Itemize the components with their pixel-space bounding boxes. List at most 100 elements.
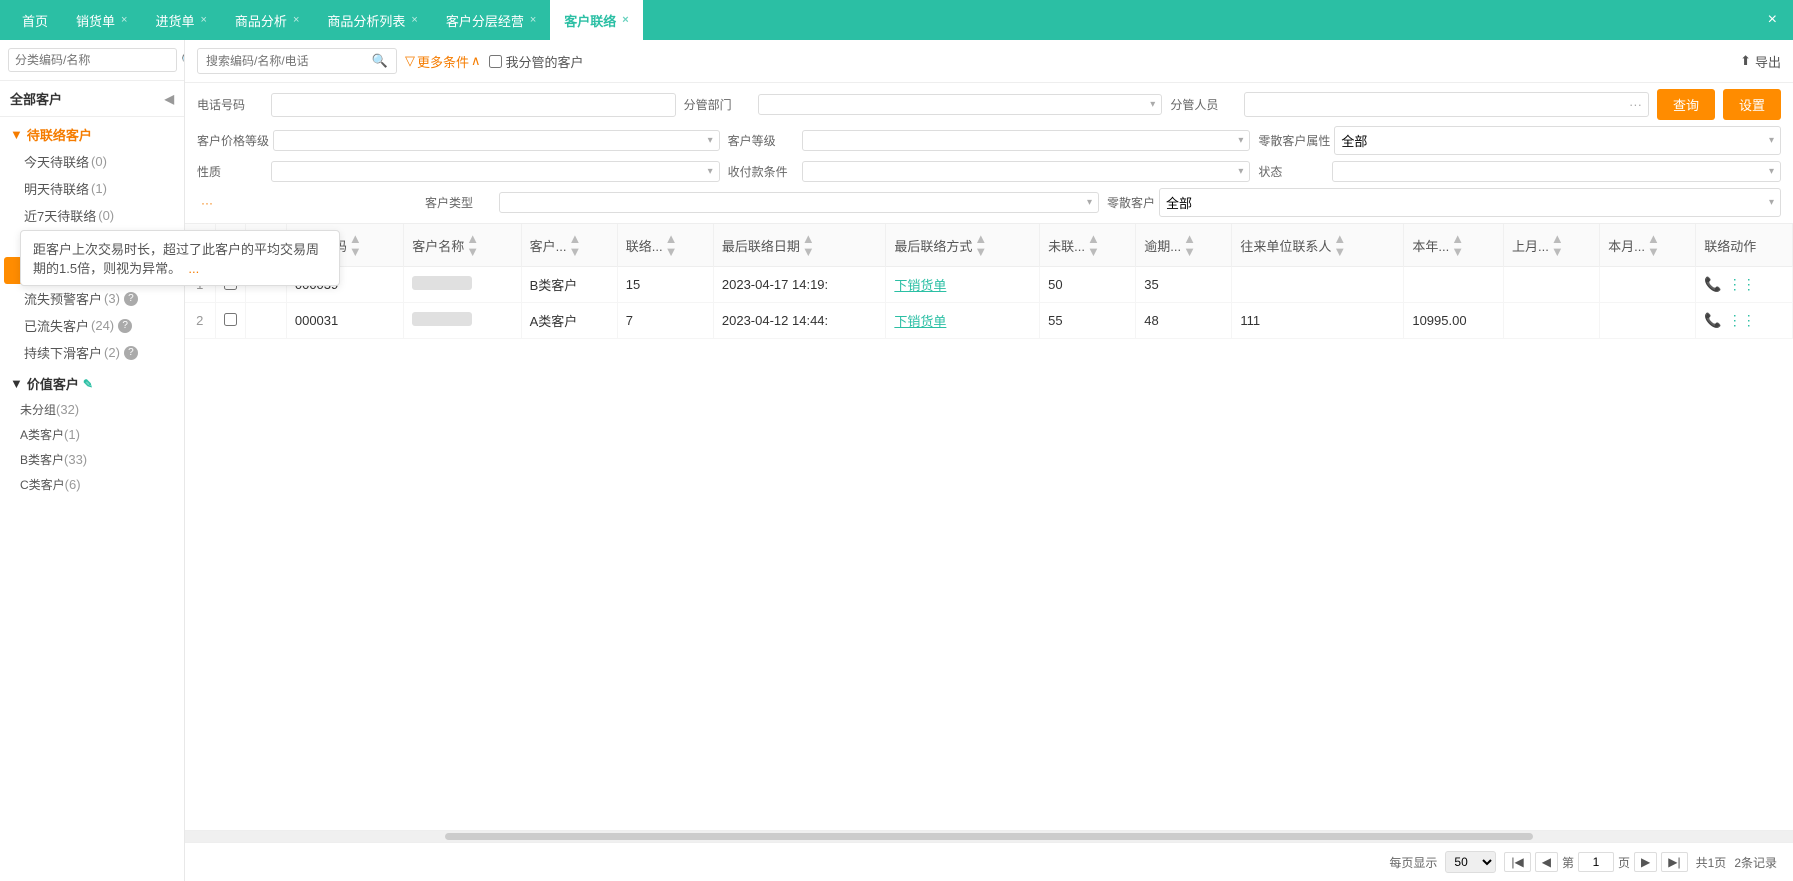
row-1-more-action[interactable]: ⋮⋮ — [1728, 276, 1756, 293]
sidebar-item-today[interactable]: 今天待联络(0) — [0, 148, 184, 175]
row-2-more-action[interactable]: ⋮⋮ — [1728, 312, 1756, 329]
sidebar-item-c-class[interactable]: C类客户(6) — [0, 472, 184, 497]
right-content: 🔍 ▽ 更多条件 ∧ 我分管的客户 ⬆ 导出 电话号码 — [185, 40, 1793, 881]
row-1-name-blurred — [412, 276, 472, 290]
sidebar-item-7days[interactable]: 近7天待联络(0) — [0, 202, 184, 229]
customer-type-caret: ▾ — [1087, 197, 1092, 208]
filter-zero-retail: 零散客户 全部 ▾ — [1107, 188, 1781, 217]
export-button[interactable]: ⬆ 导出 — [1740, 52, 1781, 71]
nav-close-customer-segment[interactable]: × — [530, 14, 536, 26]
price-grade-select[interactable]: ▾ — [273, 130, 720, 151]
more-conditions-btn[interactable]: ▽ 更多条件 ∧ — [405, 52, 481, 71]
nav-tab-product-analysis-list[interactable]: 商品分析列表 × — [313, 0, 431, 40]
zero-retail-select[interactable]: 全部 ▾ — [1159, 188, 1781, 217]
nav-tab-customer-segment[interactable]: 客户分层经营 × — [432, 0, 550, 40]
nav-close-product-analysis[interactable]: × — [293, 14, 299, 26]
row-2-last-method-link[interactable]: 下销货单 — [894, 314, 946, 329]
row-2-this-month — [1600, 303, 1696, 339]
col-header-name: 客户名称 ▲▼ — [404, 224, 521, 267]
zero-retail-caret: ▾ — [1769, 197, 1774, 208]
sidebar-collapse-btn[interactable]: ◀ — [165, 92, 174, 106]
horizontal-scrollbar[interactable] — [185, 830, 1793, 842]
row-2-last-date: 2023-04-12 14:44: — [713, 303, 885, 339]
query-button[interactable]: 查询 — [1657, 89, 1715, 120]
my-customers-checkbox-wrap[interactable]: 我分管的客户 — [489, 52, 584, 71]
sidebar-section-pending: ▼ 待联络客户 — [0, 121, 184, 148]
edit-value-btn[interactable]: ✎ — [83, 377, 93, 391]
info-icon4: ? — [124, 346, 138, 360]
sidebar-item-declining[interactable]: 持续下滑客户(2) ? — [0, 339, 184, 366]
row-1-overdue: 35 — [1136, 267, 1232, 303]
customer-type-select[interactable]: ▾ — [499, 192, 1099, 213]
row-1-uncontacted: 50 — [1040, 267, 1136, 303]
row-2-uncontacted: 55 — [1040, 303, 1136, 339]
col-header-contact-count: 联络... ▲▼ — [617, 224, 713, 267]
scrollbar-thumb[interactable] — [445, 833, 1533, 840]
sidebar-item-a-class[interactable]: A类客户(1) — [0, 422, 184, 447]
filter-more-expand-btn[interactable]: ··· — [197, 192, 217, 214]
nav-close-purchase[interactable]: × — [200, 14, 206, 26]
page-first-btn[interactable]: |◀ — [1504, 852, 1530, 872]
nav-close-customer-contact[interactable]: × — [622, 14, 628, 26]
row-2-checkbox[interactable] — [224, 313, 237, 326]
col-header-this-month: 本月... ▲▼ — [1600, 224, 1696, 267]
page-next-btn[interactable]: ▶ — [1634, 852, 1657, 872]
nav-close-product-analysis-list[interactable]: × — [411, 14, 417, 26]
row-1-last-method-link[interactable]: 下销货单 — [894, 278, 946, 293]
payment-select[interactable]: ▾ — [802, 161, 1251, 182]
close-all-tabs-button[interactable]: × — [1768, 11, 1777, 29]
customer-grade-label: 客户等级 — [728, 132, 798, 149]
row-2-phone-action[interactable]: 📞 — [1704, 312, 1721, 329]
filter-row-4: ··· 客户类型 ▾ 零散客户 全部 ▾ — [197, 188, 1781, 217]
filter-price-grade: 客户价格等级 ▾ — [197, 130, 720, 151]
sidebar-item-tomorrow[interactable]: 明天待联络(1) — [0, 175, 184, 202]
dept-select[interactable]: ▾ — [758, 94, 1163, 115]
nav-tab-product-analysis[interactable]: 商品分析 × — [221, 0, 313, 40]
per-page-label: 每页显示 — [1389, 854, 1437, 871]
sidebar-search-input[interactable] — [8, 48, 177, 72]
page-last-btn[interactable]: ▶| — [1661, 852, 1687, 872]
zero-retail-attr-caret: ▾ — [1769, 135, 1774, 146]
nav-tab-sales[interactable]: 销货单 × — [62, 0, 141, 40]
nav-tab-purchase[interactable]: 进货单 × — [141, 0, 220, 40]
page-prev-btn[interactable]: ◀ — [1535, 852, 1558, 872]
sidebar-item-churn-warning[interactable]: 流失预警客户(3) ? — [0, 285, 184, 312]
payment-label: 收付款条件 — [728, 163, 798, 180]
payment-caret: ▾ — [1238, 166, 1243, 177]
main-search-wrap: 🔍 — [197, 48, 397, 74]
nature-select[interactable]: ▾ — [271, 161, 720, 182]
page-current-input[interactable] — [1578, 852, 1614, 872]
filter-row-3: 性质 ▾ 收付款条件 ▾ 状态 — [197, 161, 1781, 182]
phone-input[interactable] — [271, 93, 676, 117]
sidebar-item-b-class[interactable]: B类客户(33) — [0, 447, 184, 472]
main-search-icon[interactable]: 🔍 — [372, 53, 388, 69]
nav-tab-customer-contact[interactable]: 客户联络 × — [550, 0, 642, 40]
my-customers-checkbox[interactable] — [489, 55, 502, 68]
status-select[interactable]: ▾ — [1332, 161, 1781, 182]
row-1-phone-action[interactable]: 📞 — [1704, 276, 1721, 293]
zero-retail-attr-select[interactable]: 全部 ▾ — [1334, 126, 1781, 155]
manager-select[interactable]: ··· — [1244, 92, 1649, 117]
col-header-this-year: 本年... ▲▼ — [1404, 224, 1504, 267]
manager-label: 分管人员 — [1170, 96, 1240, 113]
nav-close-sales[interactable]: × — [121, 14, 127, 26]
sidebar-section-value: ▼ 价值客户 ✎ — [0, 370, 184, 397]
sidebar-item-ungrouped[interactable]: 未分组(32) — [0, 397, 184, 422]
page-nav: |◀ ◀ 第 页 ▶ ▶| — [1504, 852, 1687, 872]
per-page-select[interactable]: 50 100 200 — [1445, 851, 1496, 873]
nature-label: 性质 — [197, 163, 267, 180]
dept-caret: ▾ — [1150, 99, 1155, 110]
settings-button[interactable]: 设置 — [1723, 89, 1781, 120]
manager-dots: ··· — [1629, 97, 1642, 112]
row-2-contact-count: 7 — [617, 303, 713, 339]
main-search-input[interactable] — [206, 54, 372, 68]
nav-tab-home[interactable]: 首页 — [8, 0, 62, 40]
customer-grade-select[interactable]: ▾ — [802, 130, 1251, 151]
info-icon2: ? — [124, 292, 138, 306]
tooltip-more-link[interactable]: ... — [188, 261, 199, 276]
row-1-contact-count: 15 — [617, 267, 713, 303]
sidebar-item-churned[interactable]: 已流失客户(24) ? — [0, 312, 184, 339]
filter-customer-type: 客户类型 ▾ — [425, 192, 1099, 213]
row-2-actions: 📞 ⋮⋮ — [1696, 303, 1793, 339]
filter-row-1: 电话号码 分管部门 ▾ 分管人员 ··· 查 — [197, 89, 1781, 120]
